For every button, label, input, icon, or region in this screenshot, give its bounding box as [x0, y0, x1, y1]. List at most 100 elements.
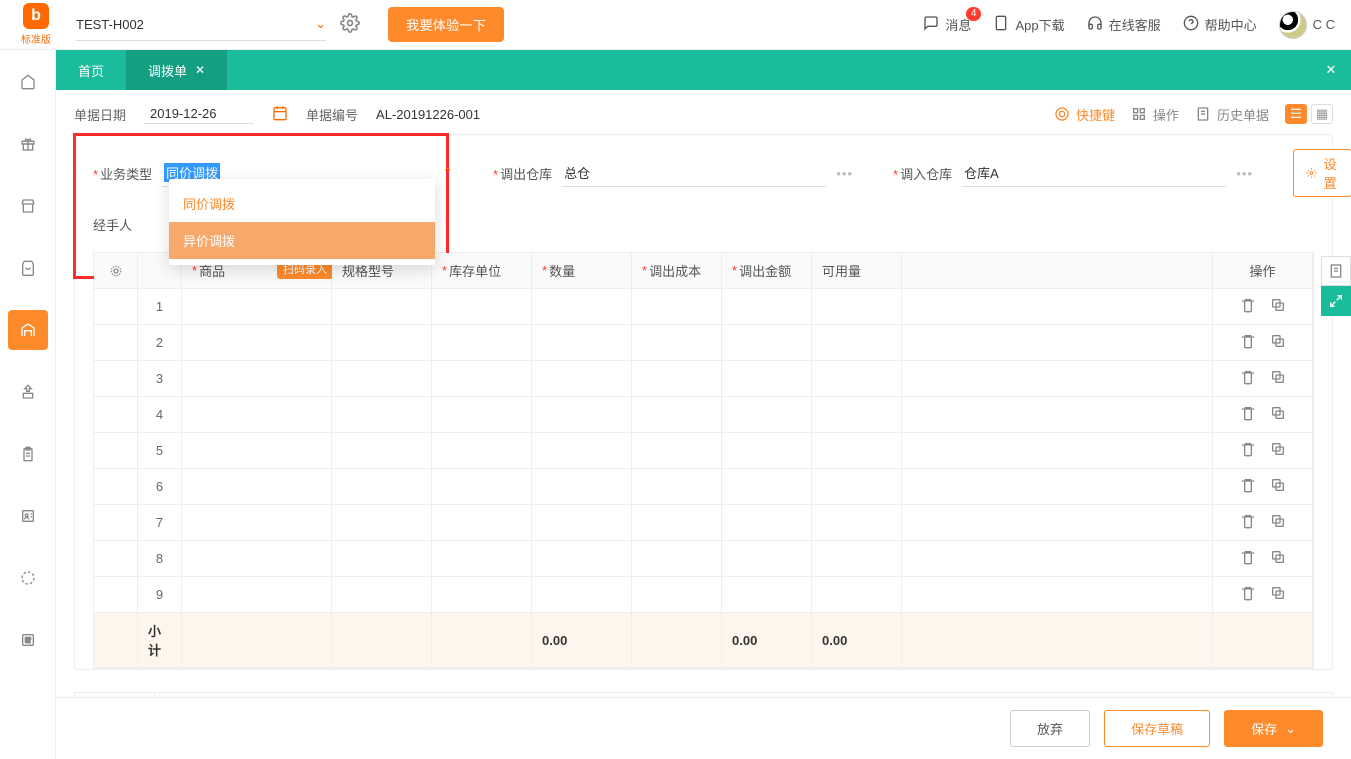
- copy-icon[interactable]: [1270, 549, 1286, 568]
- settings-button[interactable]: 设置: [1293, 149, 1351, 197]
- nav-store-icon[interactable]: [8, 186, 48, 226]
- cell-qty[interactable]: [532, 397, 632, 433]
- tab-home[interactable]: 首页: [56, 50, 126, 90]
- cell-spec[interactable]: [332, 361, 432, 397]
- delete-icon[interactable]: [1240, 369, 1256, 388]
- cell-unit[interactable]: [432, 577, 532, 613]
- copy-icon[interactable]: [1270, 369, 1286, 388]
- dropdown-option-diff-price[interactable]: 异价调拨: [169, 222, 435, 259]
- cell-unit[interactable]: [432, 325, 532, 361]
- view-list-icon[interactable]: ☰: [1285, 104, 1307, 124]
- nav-clipboard-icon[interactable]: [8, 434, 48, 474]
- cell-qty[interactable]: [532, 469, 632, 505]
- copy-icon[interactable]: [1270, 441, 1286, 460]
- cell-outcost[interactable]: [632, 577, 722, 613]
- warehouse-select[interactable]: TEST-H002 ⌄: [76, 9, 326, 41]
- copy-icon[interactable]: [1270, 585, 1286, 604]
- cell-spec[interactable]: [332, 541, 432, 577]
- delete-icon[interactable]: [1240, 405, 1256, 424]
- cell-avail[interactable]: [812, 397, 902, 433]
- delete-icon[interactable]: [1240, 549, 1256, 568]
- cell-avail[interactable]: [812, 289, 902, 325]
- cell-product[interactable]: [182, 577, 332, 613]
- tab-transfer[interactable]: 调拨单 ✕: [126, 50, 227, 90]
- customer-service-button[interactable]: 在线客服: [1087, 15, 1161, 34]
- cell-unit[interactable]: [432, 397, 532, 433]
- cell-unit[interactable]: [432, 361, 532, 397]
- cell-outamt[interactable]: [722, 433, 812, 469]
- cell-outcost[interactable]: [632, 433, 722, 469]
- copy-icon[interactable]: [1270, 513, 1286, 532]
- nav-new-icon[interactable]: 新: [8, 620, 48, 660]
- copy-icon[interactable]: [1270, 333, 1286, 352]
- nav-bag-icon[interactable]: [8, 248, 48, 288]
- cell-spec[interactable]: [332, 469, 432, 505]
- delete-icon[interactable]: [1240, 333, 1256, 352]
- col-gear[interactable]: [94, 253, 138, 289]
- calendar-icon[interactable]: [272, 105, 288, 124]
- gear-icon[interactable]: [340, 13, 360, 36]
- dropdown-option-same-price[interactable]: 同价调拨: [169, 185, 435, 222]
- cell-outcost[interactable]: [632, 289, 722, 325]
- delete-icon[interactable]: [1240, 585, 1256, 604]
- close-icon[interactable]: ✕: [195, 63, 205, 77]
- cell-outamt[interactable]: [722, 361, 812, 397]
- user-menu[interactable]: C C: [1279, 11, 1335, 39]
- save-button[interactable]: 保存 ⌄: [1224, 710, 1323, 747]
- try-button[interactable]: 我要体验一下: [388, 7, 504, 42]
- cell-spec[interactable]: [332, 577, 432, 613]
- cell-unit[interactable]: [432, 433, 532, 469]
- discard-button[interactable]: 放弃: [1010, 710, 1090, 747]
- cell-unit[interactable]: [432, 541, 532, 577]
- ops-button[interactable]: 操作: [1131, 105, 1179, 124]
- chevron-up-icon[interactable]: ⌃: [442, 165, 453, 181]
- cell-product[interactable]: [182, 469, 332, 505]
- cell-product[interactable]: [182, 433, 332, 469]
- tabs-close-all[interactable]: ✕: [1311, 50, 1351, 90]
- outwh-select[interactable]: 总仓: [562, 159, 826, 187]
- cell-avail[interactable]: [812, 361, 902, 397]
- delete-icon[interactable]: [1240, 441, 1256, 460]
- cell-outamt[interactable]: [722, 505, 812, 541]
- cell-unit[interactable]: [432, 289, 532, 325]
- cell-outamt[interactable]: [722, 325, 812, 361]
- nav-home-icon[interactable]: [8, 62, 48, 102]
- cell-product[interactable]: [182, 325, 332, 361]
- nav-contact-icon[interactable]: [8, 496, 48, 536]
- cell-avail[interactable]: [812, 541, 902, 577]
- cell-unit[interactable]: [432, 505, 532, 541]
- cell-outcost[interactable]: [632, 505, 722, 541]
- nav-warehouse-icon[interactable]: [8, 310, 48, 350]
- float-note-icon[interactable]: [1321, 256, 1351, 286]
- cell-outcost[interactable]: [632, 325, 722, 361]
- cell-product[interactable]: [182, 397, 332, 433]
- cell-qty[interactable]: [532, 505, 632, 541]
- cell-spec[interactable]: [332, 289, 432, 325]
- cell-product[interactable]: [182, 361, 332, 397]
- delete-icon[interactable]: [1240, 477, 1256, 496]
- cell-spec[interactable]: [332, 433, 432, 469]
- cell-avail[interactable]: [812, 433, 902, 469]
- cell-unit[interactable]: [432, 469, 532, 505]
- shortcut-button[interactable]: 快捷键: [1054, 105, 1115, 124]
- copy-icon[interactable]: [1270, 477, 1286, 496]
- cell-qty[interactable]: [532, 541, 632, 577]
- cell-spec[interactable]: [332, 325, 432, 361]
- nav-gift-icon[interactable]: [8, 124, 48, 164]
- cell-product[interactable]: [182, 541, 332, 577]
- cell-outcost[interactable]: [632, 397, 722, 433]
- doc-date-input[interactable]: 2019-12-26: [144, 104, 254, 124]
- copy-icon[interactable]: [1270, 297, 1286, 316]
- cell-outamt[interactable]: [722, 289, 812, 325]
- cell-outcost[interactable]: [632, 361, 722, 397]
- cell-spec[interactable]: [332, 505, 432, 541]
- nav-sync-icon[interactable]: [8, 558, 48, 598]
- cell-spec[interactable]: [332, 397, 432, 433]
- cell-qty[interactable]: [532, 577, 632, 613]
- app-download-button[interactable]: App下载: [993, 15, 1064, 34]
- delete-icon[interactable]: [1240, 513, 1256, 532]
- cell-qty[interactable]: [532, 433, 632, 469]
- cell-product[interactable]: [182, 289, 332, 325]
- cell-outcost[interactable]: [632, 469, 722, 505]
- delete-icon[interactable]: [1240, 297, 1256, 316]
